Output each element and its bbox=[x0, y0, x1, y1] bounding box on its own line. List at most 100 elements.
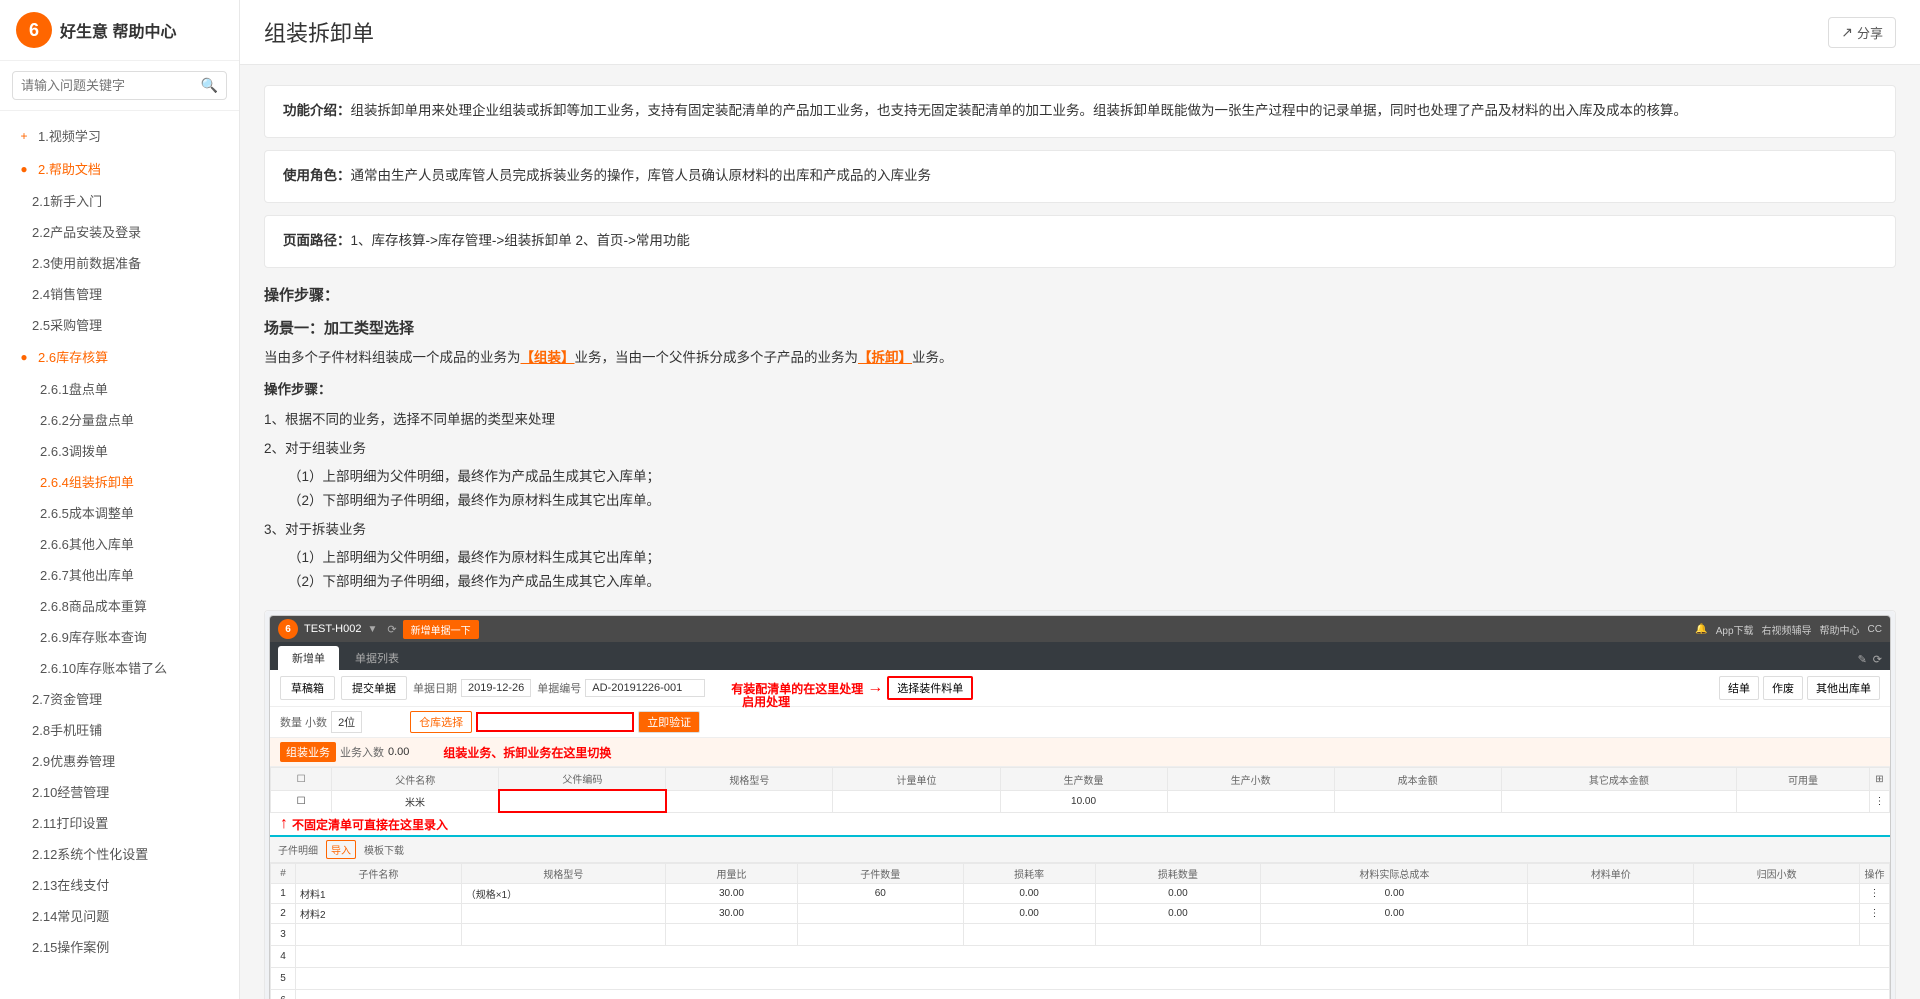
action-btn3[interactable]: 其他出库单 bbox=[1807, 676, 1880, 700]
search-area: 🔍 bbox=[0, 61, 239, 111]
expand-icon-videos: + bbox=[16, 128, 32, 144]
empty3-c3 bbox=[666, 924, 798, 946]
sidebar-item-newbie[interactable]: 2.1新手入门 bbox=[0, 185, 239, 216]
date-field: 单据日期 2019-12-26 bbox=[413, 679, 531, 697]
col-parent-code: 父件编码 bbox=[499, 768, 666, 791]
step1: 1、根据不同的业务，选择不同单据的类型来处理 bbox=[264, 408, 1896, 432]
sidebar-item-adjust[interactable]: 2.6.3调拨单 bbox=[0, 435, 239, 466]
row-parent-code[interactable] bbox=[499, 790, 666, 812]
share-label: 分享 bbox=[1857, 23, 1883, 42]
tab-redo-icon: ⟳ bbox=[1873, 653, 1882, 666]
app-dropdown-icon: ▼ bbox=[367, 624, 377, 635]
step2-sub2: （2）下部明细为子件明细，最终作为原材料生成其它出库单。 bbox=[264, 489, 1896, 513]
bom-btn[interactable]: 选择装件料单 bbox=[887, 676, 973, 700]
tab-list[interactable]: 单据列表 bbox=[341, 646, 413, 670]
sidebar-item-cost-recalc[interactable]: 2.6.8商品成本重算 bbox=[0, 590, 239, 621]
sidebar-item-sales[interactable]: 2.4销售管理 bbox=[0, 278, 239, 309]
sidebar-item-assembly[interactable]: 2.6.4组装拆卸单 bbox=[0, 466, 239, 497]
row-checkbox[interactable]: ☐ bbox=[271, 790, 332, 812]
business-type-badge[interactable]: 组装业务 bbox=[280, 742, 336, 762]
annotation5-arrow: ↑ bbox=[280, 815, 288, 833]
tab-actions: ✎ ⟳ bbox=[413, 653, 1882, 670]
share-icon: ↗ bbox=[1841, 24, 1853, 41]
sub-col-actual-cost: 材料实际总成本 bbox=[1261, 864, 1528, 884]
assembly-link[interactable]: 【组装】 bbox=[521, 350, 575, 365]
page-title: 组装拆卸单 bbox=[264, 16, 374, 48]
sidebar-item-videos[interactable]: + 1.视频学习 bbox=[0, 119, 239, 152]
action-btn1[interactable]: 结单 bbox=[1719, 676, 1759, 700]
sidebar-item-in-other[interactable]: 2.6.6其他入库单 bbox=[0, 528, 239, 559]
docno-value[interactable]: AD-20191226-001 bbox=[585, 679, 705, 697]
sidebar-item-cases[interactable]: 2.15操作案例 bbox=[0, 931, 239, 962]
col-prod-dec: 生产小数 bbox=[1167, 768, 1334, 791]
empty3-c10 bbox=[1860, 924, 1890, 946]
sidebar-item-finance[interactable]: 2.7资金管理 bbox=[0, 683, 239, 714]
sidebar-item-custom[interactable]: 2.12系统个性化设置 bbox=[0, 838, 239, 869]
app-nav-right: 🔔 App下载 右视频辅导 帮助中心 CC bbox=[1695, 622, 1882, 637]
new-order-btn[interactable]: 新增单据一下 bbox=[403, 620, 479, 639]
empty4-rest bbox=[296, 946, 1890, 968]
warehouse-input[interactable] bbox=[476, 712, 634, 732]
func-intro-block: 功能介绍：组装拆卸单用来处理企业组装或拆卸等加工业务，支持有固定装配清单的产品加… bbox=[264, 85, 1896, 138]
qty-field: 数量 小数 2位 bbox=[280, 711, 362, 733]
empty3-c8 bbox=[1528, 924, 1694, 946]
annotation5-text: 不固定清单可直接在这里录入 bbox=[292, 816, 448, 833]
sub-col-name: 子件名称 bbox=[296, 864, 462, 884]
sidebar-item-data-prep[interactable]: 2.3使用前数据准备 bbox=[0, 247, 239, 278]
tab-neworder[interactable]: 新增单 bbox=[278, 646, 339, 670]
sidebar-item-print[interactable]: 2.11打印设置 bbox=[0, 807, 239, 838]
sidebar-item-mobile[interactable]: 2.8手机旺铺 bbox=[0, 714, 239, 745]
annotation5-area: ↑ 不固定清单可直接在这里录入 bbox=[270, 813, 1890, 835]
sidebar-item-ops[interactable]: 2.10经营管理 bbox=[0, 776, 239, 807]
sub-table-row: 2 材料2 30.00 0.00 0.00 0.00 bbox=[271, 904, 1890, 924]
search-input[interactable] bbox=[21, 78, 201, 93]
sidebar-item-cost-adjust[interactable]: 2.6.5成本调整单 bbox=[0, 497, 239, 528]
row-spec bbox=[666, 790, 833, 812]
ops-title: 操作步骤： bbox=[264, 284, 1896, 305]
sidebar-item-online-pay[interactable]: 2.13在线支付 bbox=[0, 869, 239, 900]
empty3-c2 bbox=[461, 924, 665, 946]
sub-row2-ops[interactable]: ⋮ bbox=[1860, 904, 1890, 924]
app-text1: App下载 bbox=[1716, 622, 1754, 637]
sidebar-item-docs[interactable]: ● 2.帮助文档 bbox=[0, 152, 239, 185]
sub-row2-unit-price bbox=[1528, 904, 1694, 924]
sub-row-actual-cost: 0.00 bbox=[1261, 884, 1528, 904]
sidebar-item-ledger-query[interactable]: 2.6.9库存账本查询 bbox=[0, 621, 239, 652]
step3-sub1: （1）上部明细为父件明细，最终作为原材料生成其它出库单； bbox=[264, 546, 1896, 570]
submit-btn[interactable]: 提交单据 bbox=[341, 676, 407, 700]
sub-row-loss-qty: 0.00 bbox=[1095, 884, 1261, 904]
search-icon[interactable]: 🔍 bbox=[201, 77, 218, 94]
sidebar-item-stocktake[interactable]: 2.6.1盘点单 bbox=[0, 373, 239, 404]
col-spec: 规格型号 bbox=[666, 768, 833, 791]
empty3-c4 bbox=[797, 924, 963, 946]
sub-row2-no: 2 bbox=[271, 904, 296, 924]
biz-count-value: 0.00 bbox=[388, 746, 409, 758]
refresh-icon: ⟳ bbox=[387, 623, 396, 636]
sub-col-sub-qty: 子件数量 bbox=[797, 864, 963, 884]
sub-col-spec-code: 规格型号 bbox=[461, 864, 665, 884]
sub-row-ops[interactable]: ⋮ bbox=[1860, 884, 1890, 904]
sidebar-item-out-other[interactable]: 2.6.7其他出库单 bbox=[0, 559, 239, 590]
sidebar-item-ledger-error[interactable]: 2.6.10库存账本错了么 bbox=[0, 652, 239, 683]
sidebar-item-faq[interactable]: 2.14常见问题 bbox=[0, 900, 239, 931]
confirm-btn[interactable]: 立即验证 bbox=[638, 711, 700, 733]
date-value[interactable]: 2019-12-26 bbox=[461, 679, 531, 697]
action-btn2[interactable]: 作废 bbox=[1763, 676, 1803, 700]
sidebar-item-inventory[interactable]: ● 2.6库存核算 bbox=[0, 340, 239, 373]
col-cost-amt: 成本金额 bbox=[1334, 768, 1501, 791]
sub-template-label: 模板下载 bbox=[364, 842, 404, 857]
sub-col-attr: 归因小数 bbox=[1694, 864, 1860, 884]
disassembly-link[interactable]: 【拆卸】 bbox=[858, 350, 912, 365]
qty-value[interactable]: 2位 bbox=[331, 711, 362, 733]
sub-col-unit-price: 材料单价 bbox=[1528, 864, 1694, 884]
row-action[interactable]: ⋮ bbox=[1870, 790, 1890, 812]
sidebar-item-purchase[interactable]: 2.5采购管理 bbox=[0, 309, 239, 340]
import-btn[interactable]: 导入 bbox=[326, 840, 356, 859]
sidebar-item-install[interactable]: 2.2产品安装及登录 bbox=[0, 216, 239, 247]
share-button[interactable]: ↗ 分享 bbox=[1828, 17, 1896, 48]
save-draft-btn[interactable]: 草稿箱 bbox=[280, 676, 335, 700]
sidebar-item-split-count[interactable]: 2.6.2分量盘点单 bbox=[0, 404, 239, 435]
sidebar-item-voucher[interactable]: 2.9优惠券管理 bbox=[0, 745, 239, 776]
warehouse-select[interactable]: 仓库选择 bbox=[410, 711, 472, 733]
type-row: 组装业务 业务入数 0.00 组装业务、拆卸业务在这里切换 bbox=[270, 738, 1890, 767]
